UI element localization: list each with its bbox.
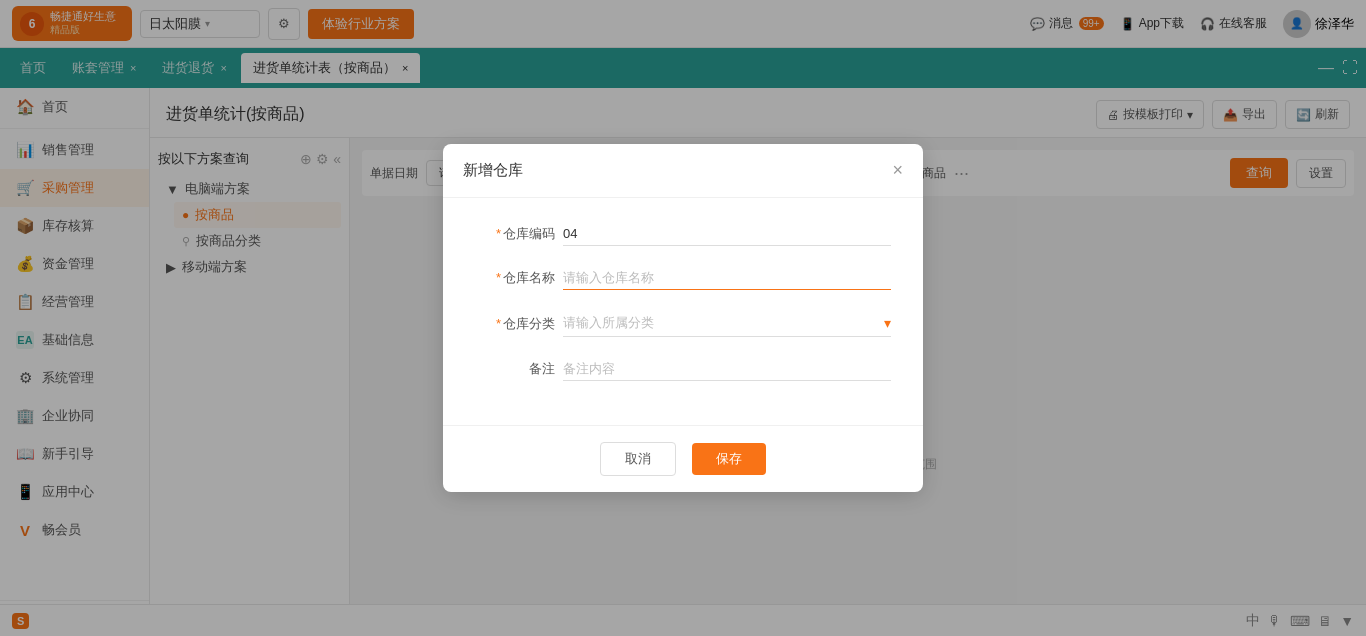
modal-close-button[interactable]: ×	[892, 160, 903, 181]
code-input[interactable]	[563, 222, 891, 246]
name-label: *仓库名称	[475, 269, 555, 287]
note-label: 备注	[475, 360, 555, 378]
modal-title: 新增仓库	[463, 161, 523, 180]
modal-header: 新增仓库 ×	[443, 144, 923, 198]
modal-footer: 取消 保存	[443, 425, 923, 492]
cancel-button[interactable]: 取消	[600, 442, 676, 476]
form-row-code: *仓库编码	[475, 222, 891, 246]
code-required-mark: *	[496, 226, 501, 241]
form-row-note: 备注	[475, 357, 891, 381]
form-row-category: *仓库分类 请输入所属分类 ▾	[475, 310, 891, 337]
category-placeholder: 请输入所属分类	[563, 314, 654, 332]
new-warehouse-modal: 新增仓库 × *仓库编码 *仓库名称 *仓库分类	[443, 144, 923, 492]
category-select[interactable]: 请输入所属分类 ▾	[563, 310, 891, 337]
modal-body: *仓库编码 *仓库名称 *仓库分类 请输入所属分类 ▾	[443, 198, 923, 425]
category-arrow-icon: ▾	[884, 315, 891, 331]
note-input[interactable]	[563, 357, 891, 381]
name-required-mark: *	[496, 270, 501, 285]
modal-overlay: 新增仓库 × *仓库编码 *仓库名称 *仓库分类	[0, 0, 1366, 636]
form-row-name: *仓库名称	[475, 266, 891, 290]
save-button[interactable]: 保存	[692, 443, 766, 475]
name-input[interactable]	[563, 266, 891, 290]
category-label: *仓库分类	[475, 315, 555, 333]
code-label: *仓库编码	[475, 225, 555, 243]
category-required-mark: *	[496, 316, 501, 331]
